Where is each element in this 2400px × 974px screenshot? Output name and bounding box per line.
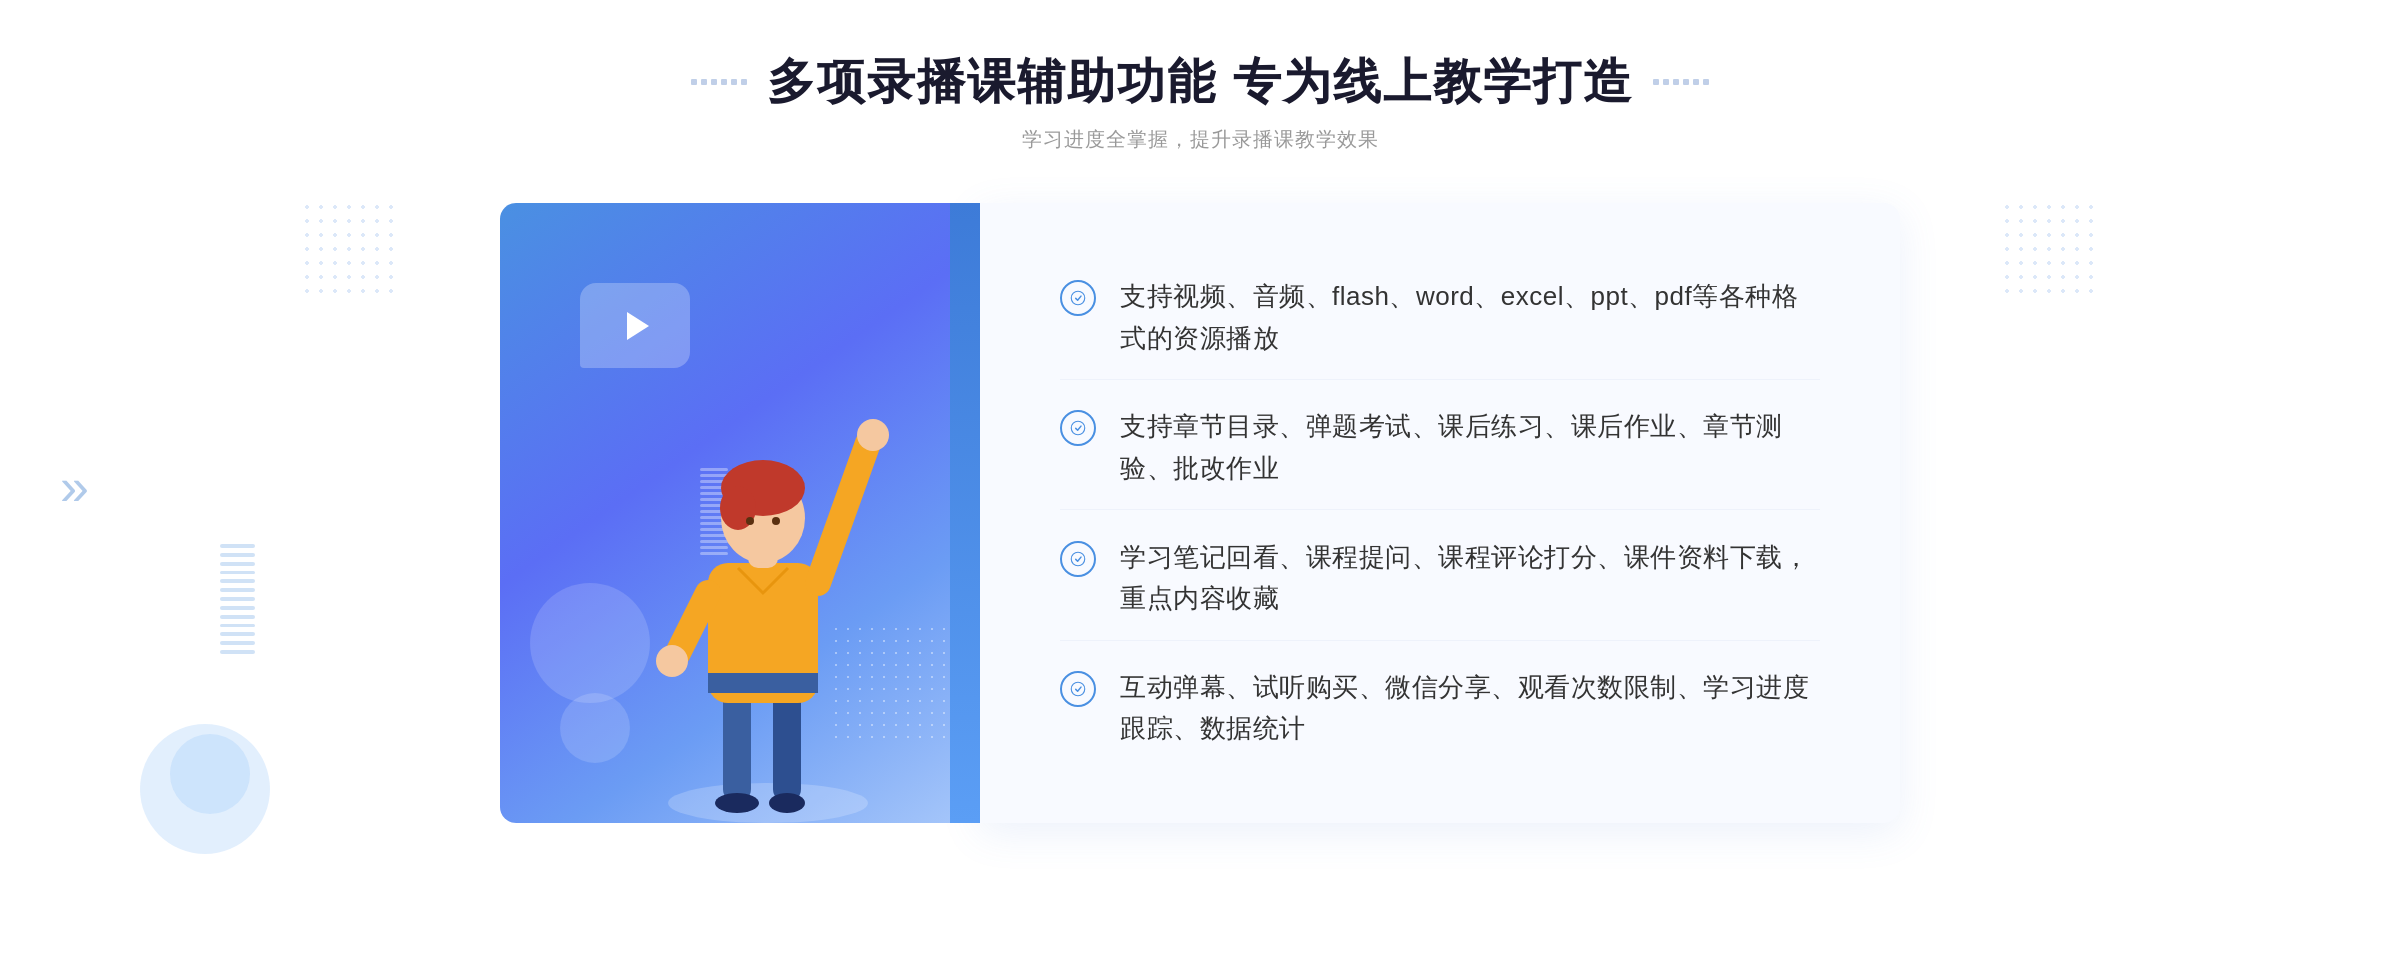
feature-item-2: 支持章节目录、弹题考试、课后练习、课后作业、章节测验、批改作业 — [1060, 386, 1820, 510]
title-dots-left — [691, 79, 747, 85]
card-deco-circle-2 — [560, 693, 630, 763]
feature-text-1: 支持视频、音频、flash、word、excel、ppt、pdf等各种格式的资源… — [1120, 276, 1820, 359]
feature-item-4: 互动弹幕、试听购买、微信分享、观看次数限制、学习进度跟踪、数据统计 — [1060, 647, 1820, 770]
svg-point-18 — [1071, 422, 1085, 436]
svg-point-11 — [746, 517, 754, 525]
svg-point-16 — [656, 645, 688, 677]
check-icon-1 — [1060, 280, 1096, 316]
deco-circle-small — [170, 734, 250, 814]
decorative-dots-right — [2000, 200, 2100, 300]
content-area: 支持视频、音频、flash、word、excel、ppt、pdf等各种格式的资源… — [500, 203, 1900, 823]
left-chevron-icon: » — [60, 457, 89, 517]
title-row: 多项录播课辅助功能 专为线上教学打造 — [691, 50, 1708, 114]
feature-item-3: 学习笔记回看、课程提问、课程评论打分、课件资料下载，重点内容收藏 — [1060, 517, 1820, 641]
main-title: 多项录播课辅助功能 专为线上教学打造 — [767, 50, 1632, 114]
check-icon-2 — [1060, 410, 1096, 446]
svg-line-13 — [818, 443, 868, 583]
feature-text-3: 学习笔记回看、课程提问、课程评论打分、课件资料下载，重点内容收藏 — [1120, 537, 1820, 620]
character-illustration — [628, 343, 908, 823]
deco-stripes — [220, 544, 255, 654]
feature-text-2: 支持章节目录、弹题考试、课后练习、课后作业、章节测验、批改作业 — [1120, 406, 1820, 489]
svg-point-4 — [769, 793, 805, 813]
features-card: 支持视频、音频、flash、word、excel、ppt、pdf等各种格式的资源… — [980, 203, 1900, 823]
svg-point-12 — [772, 517, 780, 525]
illustration-card — [500, 203, 980, 823]
feature-item-1: 支持视频、音频、flash、word、excel、ppt、pdf等各种格式的资源… — [1060, 256, 1820, 380]
check-icon-3 — [1060, 541, 1096, 577]
svg-point-3 — [715, 793, 759, 813]
blue-vertical-bar — [950, 203, 980, 823]
subtitle: 学习进度全掌握，提升录播课教学效果 — [1022, 126, 1379, 153]
check-icon-4 — [1060, 671, 1096, 707]
svg-point-14 — [857, 419, 889, 451]
title-dots-right — [1653, 79, 1709, 85]
svg-line-15 — [678, 593, 708, 653]
svg-point-0 — [668, 783, 868, 823]
header-section: 多项录播课辅助功能 专为线上教学打造 学习进度全掌握，提升录播课教学效果 — [691, 50, 1708, 153]
svg-point-17 — [1071, 291, 1085, 305]
svg-point-19 — [1071, 552, 1085, 566]
page-wrapper: » 多项录播课辅助功能 专为线上教学打造 学习进度全掌握，提升录播课教学效果 — [0, 0, 2400, 974]
decorative-dots-left — [300, 200, 400, 300]
play-triangle-icon — [627, 312, 649, 340]
svg-rect-6 — [708, 673, 818, 693]
feature-text-4: 互动弹幕、试听购买、微信分享、观看次数限制、学习进度跟踪、数据统计 — [1120, 667, 1820, 750]
svg-point-20 — [1071, 682, 1085, 696]
